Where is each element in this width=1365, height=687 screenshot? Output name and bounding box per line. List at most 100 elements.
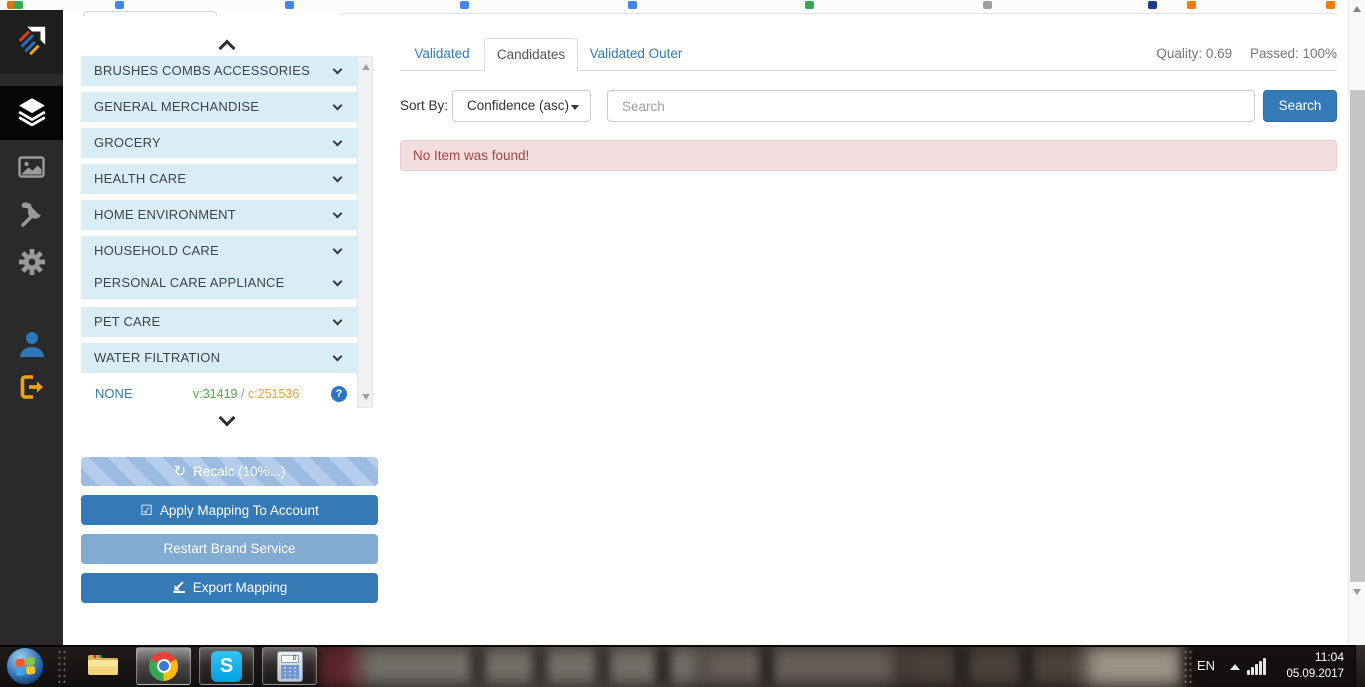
bookmark-favicon[interactable] [115,1,124,9]
clock[interactable]: 11:04 05.09.2017 [1272,648,1344,684]
chevron-down-icon[interactable] [332,315,343,326]
sort-by-label: Sort By: [400,98,449,113]
help-icon[interactable]: ? [331,386,347,402]
user-icon [18,329,46,364]
tray-expand-icon[interactable] [1230,664,1240,670]
chevron-down-icon[interactable] [332,172,343,183]
bookmark-favicon[interactable] [805,1,814,9]
category-label: HOME ENVIRONMENT [94,207,236,222]
category-label: BRUSHES COMBS ACCESSORIES [94,63,310,78]
chevron-down-icon[interactable] [332,136,343,147]
sidebar-item-account[interactable] [0,328,63,364]
category-label: HEALTH CARE [94,171,187,186]
bookmark-favicon[interactable] [460,1,469,9]
taskbar-calculator-button[interactable]: 0 [262,647,317,685]
category-label: GENERAL MERCHANDISE [94,99,260,114]
restart-brand-service-button[interactable]: Restart Brand Service [81,534,378,564]
select-caret-icon [571,105,579,110]
recalc-button[interactable]: ↻ Recalc (10%...) [81,457,378,486]
cutoff-browser-toolbar [340,13,1337,16]
bookmark-favicon[interactable] [285,1,294,9]
bookmark-favicon[interactable] [628,1,637,9]
chevron-down-icon[interactable] [332,351,343,362]
taskbar-separator-dots [57,649,67,683]
sidebar-item-mapping[interactable] [0,86,63,140]
tab-candidates[interactable]: Candidates [484,38,578,72]
network-signal-icon[interactable] [1247,657,1269,675]
start-button[interactable] [6,647,44,685]
scroll-up-chevron[interactable] [218,39,236,57]
taskbar-explorer-button[interactable] [78,647,128,685]
sort-select[interactable]: Confidence (asc) [452,90,591,122]
category-row[interactable]: GENERAL MERCHANDISE [81,92,357,122]
sidebar-item-images[interactable] [0,156,63,184]
scrollbar-down-arrow[interactable] [1353,589,1361,595]
category-row[interactable]: GROCERY [81,128,357,158]
category-row[interactable]: HOME ENVIRONMENT [81,200,357,230]
export-label: Export Mapping [192,580,288,595]
image-icon [18,156,45,184]
scrollbar-down-arrow[interactable] [362,394,370,400]
none-link[interactable]: NONE [95,379,133,409]
app-sidebar [0,10,63,645]
category-label: HOUSEHOLD CARE [94,243,219,258]
category-list-scrollbar[interactable] [357,56,373,408]
tab-validated-outer[interactable]: Validated Outer [584,38,688,70]
taskbar-skype-button[interactable]: S [199,647,254,685]
category-row[interactable]: BRUSHES COMBS ACCESSORIES [81,56,357,86]
no-items-alert: No Item was found! [400,140,1337,171]
chevron-down-icon[interactable] [332,208,343,219]
gear-icon [18,248,46,281]
category-label: PET CARE [94,314,161,329]
count-separator: / [237,387,248,401]
scrollbar-up-arrow[interactable] [1353,6,1361,12]
search-input[interactable] [607,90,1255,122]
restart-label: Restart Brand Service [163,541,296,556]
clock-time: 11:04 [1314,650,1344,664]
tab-validated[interactable]: Validated [404,38,480,70]
recalc-label: Recalc (10%...) [193,464,286,479]
screen: BRUSHES COMBS ACCESSORIES GENERAL MERCHA… [0,0,1365,687]
scroll-down-chevron[interactable] [218,409,236,427]
chevron-down-icon[interactable] [332,244,343,255]
skype-icon: S [211,650,242,682]
sidebar-item-settings[interactable] [0,248,63,281]
app-logo-icon [15,23,49,62]
chevron-down-icon[interactable] [332,100,343,111]
bookmark-favicon[interactable] [14,1,23,9]
bookmark-favicon[interactable] [983,1,992,9]
bookmark-favicon[interactable] [1326,1,1335,9]
app-logo[interactable] [0,10,63,74]
category-label: PERSONAL CARE APPLIANCE [94,275,285,290]
tools-icon [18,201,46,234]
sidebar-item-tools[interactable] [0,201,63,234]
bookmark-favicon[interactable] [1187,1,1196,9]
bookmark-favicon[interactable] [1148,1,1157,9]
category-row[interactable]: PET CARE [81,307,357,337]
apply-mapping-button[interactable]: ☑ Apply Mapping To Account [81,495,378,525]
scrollbar-up-arrow[interactable] [362,64,370,70]
taskbar-chrome-button[interactable] [136,647,191,685]
layers-icon [17,96,47,131]
category-row[interactable]: HEALTH CARE [81,164,357,194]
calculator-icon: 0 [276,650,303,682]
scrollbar-thumb[interactable] [1350,90,1365,582]
logout-icon [18,373,46,406]
apply-label: Apply Mapping To Account [159,503,319,518]
sidebar-item-logout[interactable] [0,372,63,406]
checkbox-check-icon: ☑ [140,502,153,518]
category-row[interactable]: WATER FILTRATION [81,343,357,373]
export-mapping-button[interactable]: Export Mapping [81,573,378,603]
chevron-down-icon[interactable] [332,64,343,75]
quality-value: Quality: 0.69 [1156,46,1233,61]
category-row[interactable]: PERSONAL CARE APPLIANCE [81,268,357,298]
sort-select-value: Confidence (asc) [467,98,570,113]
language-indicator[interactable]: EN [1197,645,1215,687]
category-group: HOUSEHOLD CARE PERSONAL CARE APPLIANCE [81,236,357,299]
page-scrollbar[interactable] [1348,0,1365,645]
validated-count: v:31419 [193,387,238,401]
show-desktop-button[interactable] [1355,645,1365,687]
chevron-down-icon[interactable] [332,276,343,287]
search-button[interactable]: Search [1263,90,1337,122]
category-row[interactable]: HOUSEHOLD CARE [81,236,357,266]
